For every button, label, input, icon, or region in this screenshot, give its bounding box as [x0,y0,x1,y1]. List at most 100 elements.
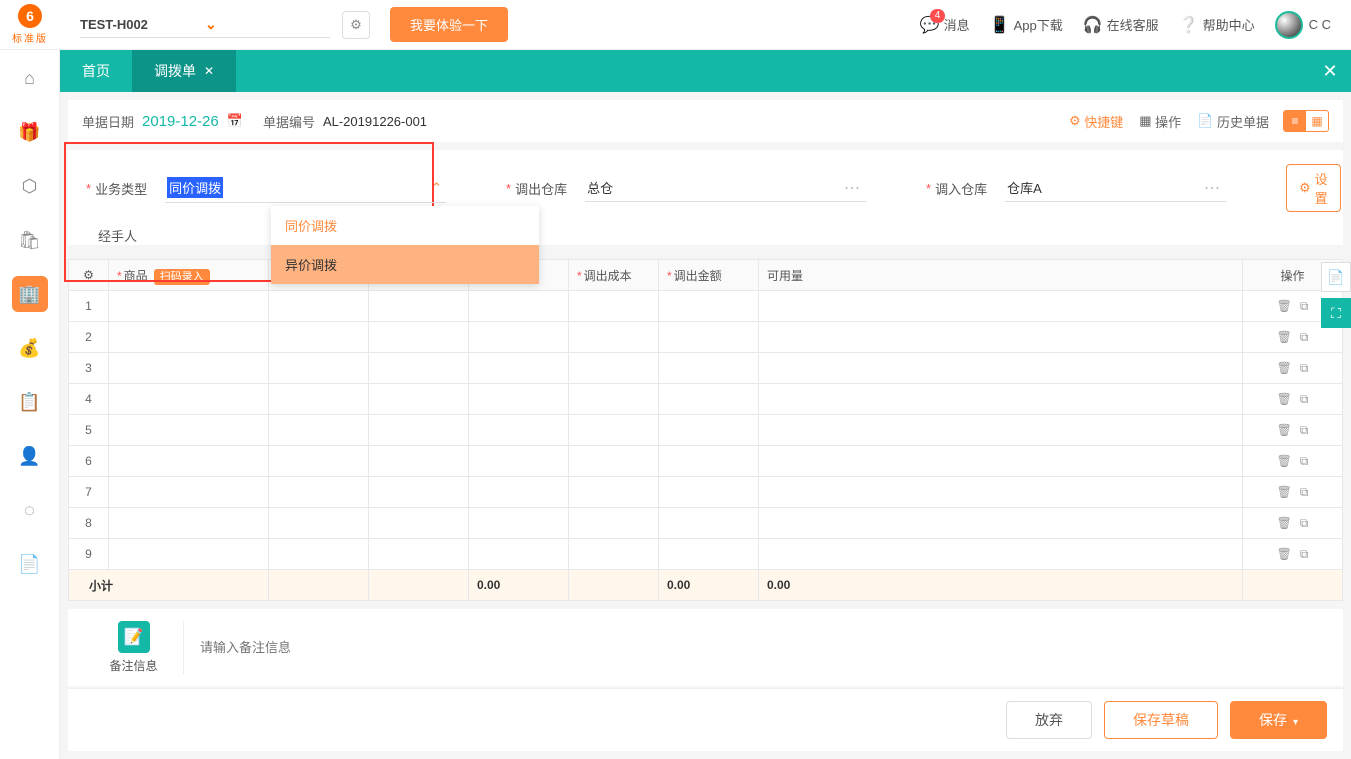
remarks-title: 备注信息 [84,657,183,674]
scan-badge[interactable]: 扫码录入 [154,269,210,285]
biz-type-dropdown: 同价调拨 异价调拨 [271,206,539,284]
tab-current[interactable]: 调拨单 ✕ [132,50,236,92]
copy-icon[interactable]: ⧉ [1300,392,1309,406]
org-selector[interactable]: TEST-H002 ⌄ [80,12,330,38]
copy-icon[interactable]: ⧉ [1300,516,1309,530]
float-toolbar: 📄 ⛶ [1321,262,1351,334]
row-number: 8 [69,508,109,539]
app-download-link[interactable]: 📱 App下载 [990,15,1063,35]
subtotal-row: 小计 0.00 0.00 0.00 [69,570,1343,601]
in-warehouse-field[interactable]: * 调入仓库 仓库A ⋯ [926,164,1226,212]
nav-money-icon[interactable]: 💰 [12,330,48,366]
copy-icon[interactable]: ⧉ [1300,547,1309,561]
delete-icon[interactable]: 🗑 [1277,361,1292,375]
save-draft-button[interactable]: 保存草稿 [1104,701,1218,739]
col-out-amount: *调出金额 [659,260,759,291]
delete-icon[interactable]: 🗑 [1277,516,1292,530]
row-number: 2 [69,322,109,353]
nav-new-icon[interactable]: 📄 [12,546,48,582]
note-float-icon[interactable]: 📄 [1321,262,1351,292]
card-view-icon[interactable]: ▦ [1306,111,1328,131]
headset-icon: 🎧 [1083,15,1103,35]
out-warehouse-field[interactable]: * 调出仓库 总仓 ⋯ [506,164,866,212]
table-row[interactable]: 9 🗑 ⧉ [69,539,1343,570]
history-link[interactable]: 📄 历史单据 [1197,112,1269,131]
gear-icon: ⚙ [1069,113,1081,129]
shortcut-link[interactable]: ⚙ 快捷键 [1069,112,1123,131]
save-button[interactable]: 保存▾ [1230,701,1327,739]
table-row[interactable]: 7🗑⧉ [69,477,1343,508]
copy-icon[interactable]: ⧉ [1300,423,1309,437]
messages-link[interactable]: 💬 消息 4 [920,15,970,35]
copy-icon[interactable]: ⧉ [1300,361,1309,375]
online-service-link[interactable]: 🎧 在线客服 [1083,15,1159,35]
settings-icon[interactable]: ⚙ [342,11,370,39]
row-number: 5 [69,415,109,446]
nav-home-icon[interactable]: ⌂ [12,60,48,96]
row-number: 4 [69,384,109,415]
more-icon[interactable]: ⋯ [844,178,862,198]
delete-icon[interactable]: 🗑 [1277,454,1292,468]
nav-refresh-icon[interactable]: ◌ [12,492,48,528]
dropdown-option-same[interactable]: 同价调拨 [271,206,539,245]
copy-icon[interactable]: ⧉ [1300,454,1309,468]
trial-button[interactable]: 我要体验一下 [390,7,508,42]
settings-button[interactable]: ⚙设置 [1286,164,1341,212]
remarks-input[interactable] [184,632,1327,663]
nav-building-icon[interactable]: 🏢 [12,276,48,312]
nav-bag-icon[interactable]: 🛍 [12,222,48,258]
table-row[interactable]: 2 🗑 ⧉ [69,322,1343,353]
copy-icon[interactable]: ⧉ [1300,485,1309,499]
row-number: 9 [69,539,109,570]
nav-contact-icon[interactable]: 👤 [12,438,48,474]
table-row[interactable]: 1🗑⧉ [69,291,1343,322]
more-icon[interactable]: ⋯ [1204,178,1222,198]
delete-icon[interactable]: 🗑 [1277,547,1292,561]
calendar-icon[interactable]: 📅 [227,113,243,129]
chevron-up-icon[interactable]: ⌃ [431,180,442,196]
col-out-cost: *调出成本 [569,260,659,291]
user-menu[interactable]: C C [1275,11,1331,39]
delete-icon[interactable]: 🗑 [1277,485,1292,499]
help-icon: ❔ [1179,15,1199,35]
table-row[interactable]: 5 🗑 ⧉ [69,415,1343,446]
logo-icon: 6 [18,4,42,28]
delete-icon[interactable]: 🗑 [1277,330,1292,344]
note-icon: 📝 [118,621,150,653]
table-row[interactable]: 6🗑⧉ [69,446,1343,477]
dropdown-option-diff[interactable]: 异价调拨 [271,245,539,284]
grid-icon: ▦ [1139,113,1151,129]
bottom-bar: 放弃 保存草稿 保存▾ [68,688,1343,751]
tabs-close-all[interactable]: ✕ [1309,50,1351,92]
date-value[interactable]: 2019-12-26 [142,113,219,130]
table-row[interactable]: 3 🗑 ⧉ [69,353,1343,384]
biz-type-field[interactable]: * 业务类型 同价调拨 ⌃ 同价调拨 异价调拨 [86,164,446,212]
col-gear[interactable]: ⚙ [69,260,109,291]
copy-icon[interactable]: ⧉ [1300,330,1309,344]
nav-gift-icon[interactable]: 🎁 [12,114,48,150]
tab-home[interactable]: 首页 [60,50,132,92]
operate-link[interactable]: ▦ 操作 [1139,112,1181,131]
chevron-down-icon: ▾ [1293,717,1298,728]
help-center-link[interactable]: ❔ 帮助中心 [1179,15,1255,35]
delete-icon[interactable]: 🗑 [1277,299,1292,313]
nav-clipboard-icon[interactable]: 📋 [12,384,48,420]
gear-icon: ⚙ [1299,180,1311,196]
discard-button[interactable]: 放弃 [1006,701,1092,739]
org-name: TEST-H002 [80,17,205,32]
logo[interactable]: 6 标准版 [0,4,60,45]
nav-warehouse-icon[interactable]: ⬡ [12,168,48,204]
doc-icon: 📄 [1197,113,1213,129]
table-row[interactable]: 8 🗑 ⧉ [69,508,1343,539]
col-available: 可用量 [759,260,1243,291]
col-product: *商品扫码录入 [109,260,269,291]
delete-icon[interactable]: 🗑 [1277,423,1292,437]
close-icon[interactable]: ✕ [204,64,214,78]
row-number: 3 [69,353,109,384]
expand-float-icon[interactable]: ⛶ [1321,298,1351,328]
list-view-icon[interactable]: ≡ [1284,111,1306,131]
copy-icon[interactable]: ⧉ [1300,299,1309,313]
delete-icon[interactable]: 🗑 [1277,392,1292,406]
table-row[interactable]: 4 🗑 ⧉ [69,384,1343,415]
view-toggle[interactable]: ≡ ▦ [1283,110,1329,132]
